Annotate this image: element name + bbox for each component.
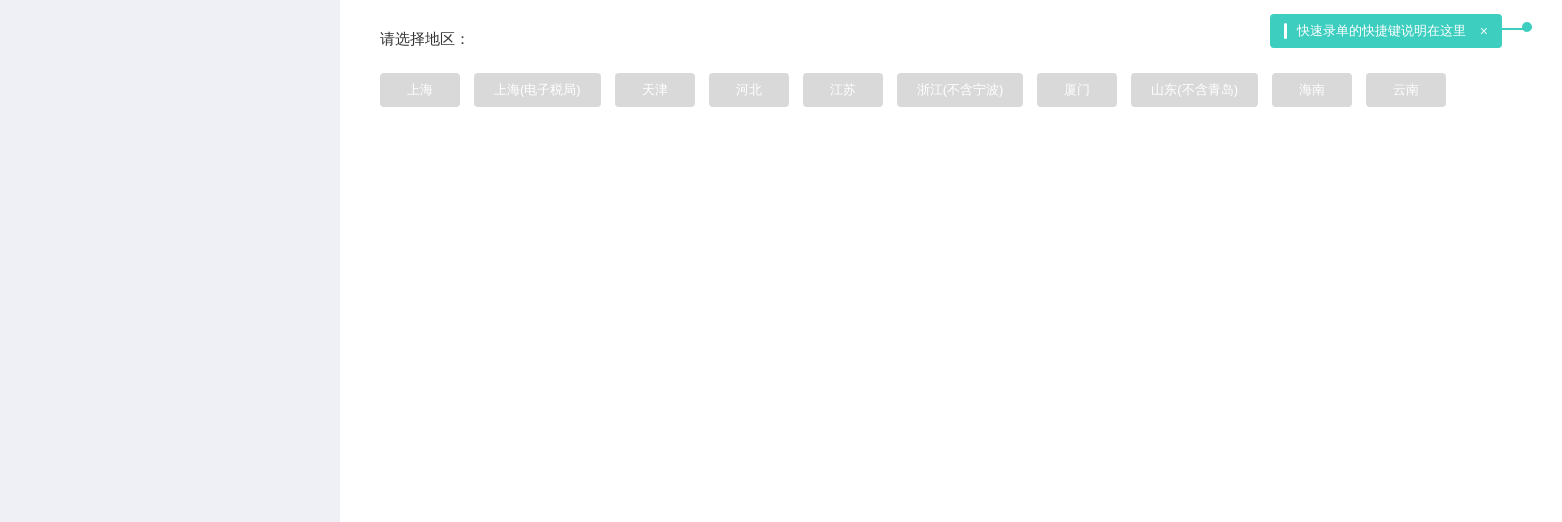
region-btn-yunnan[interactable]: 云南 <box>1366 73 1446 107</box>
region-btn-jiangsu[interactable]: 江苏 <box>803 73 883 107</box>
tooltip-dot-indicator <box>1522 22 1532 32</box>
tooltip-text: 快速录单的快捷键说明在这里 <box>1297 22 1466 40</box>
tooltip-banner: 快速录单的快捷键说明在这里 × <box>1270 14 1502 48</box>
region-grid: 上海 上海(电子税局) 天津 河北 江苏 浙江(不含宁波) 厦门 山东(不含青岛… <box>380 73 1522 107</box>
region-btn-hainan[interactable]: 海南 <box>1272 73 1352 107</box>
region-btn-shandong[interactable]: 山东(不含青岛) <box>1131 73 1258 107</box>
tooltip-close-button[interactable]: × <box>1480 23 1488 39</box>
sidebar <box>0 0 340 522</box>
region-btn-shanghai-etax[interactable]: 上海(电子税局) <box>474 73 601 107</box>
region-btn-hebei[interactable]: 河北 <box>709 73 789 107</box>
region-btn-tianjin[interactable]: 天津 <box>615 73 695 107</box>
region-btn-shanghai[interactable]: 上海 <box>380 73 460 107</box>
main-content: 快速录单的快捷键说明在这里 × 请选择地区： 上海 上海(电子税局) 天津 河北… <box>340 0 1562 522</box>
region-btn-xiamen[interactable]: 厦门 <box>1037 73 1117 107</box>
region-btn-zhejiang[interactable]: 浙江(不含宁波) <box>897 73 1024 107</box>
main-layout: 快速录单的快捷键说明在这里 × 请选择地区： 上海 上海(电子税局) 天津 河北… <box>0 0 1562 522</box>
